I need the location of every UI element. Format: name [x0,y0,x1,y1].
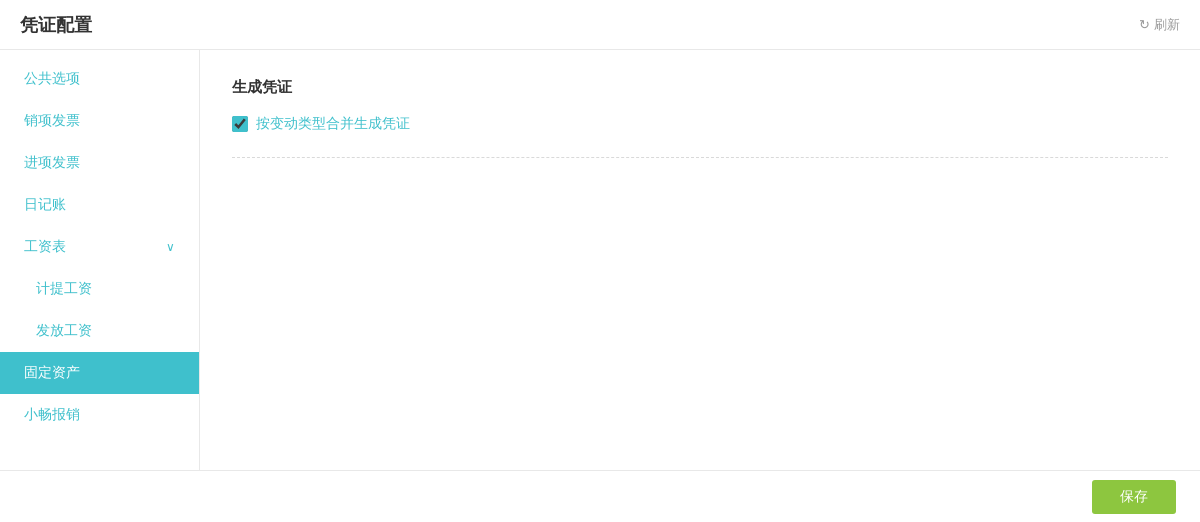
sidebar-item-journal[interactable]: 日记账 [0,184,199,226]
sidebar-item-purchase-invoice[interactable]: 进项发票 [0,142,199,184]
sidebar-item-payroll-table[interactable]: 工资表 ∨ [0,226,199,268]
refresh-icon: ↻ [1139,17,1150,32]
sidebar-item-sales-invoice[interactable]: 销项发票 [0,100,199,142]
page-footer: 保存 [0,470,1200,522]
sidebar-item-label: 进项发票 [24,154,80,172]
section-title: 生成凭证 [232,78,1168,97]
sidebar-item-payroll-advance[interactable]: 计提工资 [0,268,199,310]
sidebar-item-label: 销项发票 [24,112,80,130]
refresh-button[interactable]: ↻ 刷新 [1139,16,1180,34]
merge-checkbox[interactable] [232,116,248,132]
page-header: 凭证配置 ↻ 刷新 [0,0,1200,50]
sidebar-item-label: 发放工资 [36,322,92,340]
sidebar-item-fixed-assets[interactable]: 固定资产 [0,352,199,394]
content-area: 生成凭证 按变动类型合并生成凭证 [200,50,1200,470]
section-divider [232,157,1168,158]
sidebar-item-expense-report[interactable]: 小畅报销 [0,394,199,436]
page-title: 凭证配置 [20,13,92,37]
refresh-label: 刷新 [1154,16,1180,34]
sidebar-item-label: 计提工资 [36,280,92,298]
sidebar-item-label: 工资表 [24,238,66,256]
save-button[interactable]: 保存 [1092,480,1176,514]
sidebar-item-label: 公共选项 [24,70,80,88]
chevron-down-icon: ∨ [166,240,175,254]
sidebar-item-payroll-pay[interactable]: 发放工资 [0,310,199,352]
merge-checkbox-label[interactable]: 按变动类型合并生成凭证 [256,115,410,133]
sidebar-item-label: 日记账 [24,196,66,214]
sidebar: 公共选项销项发票进项发票日记账工资表 ∨ 计提工资发放工资固定资产小畅报销 [0,50,200,470]
checkbox-row: 按变动类型合并生成凭证 [232,115,1168,133]
sidebar-item-label: 小畅报销 [24,406,80,424]
sidebar-item-public-options[interactable]: 公共选项 [0,58,199,100]
sidebar-item-label: 固定资产 [24,364,80,382]
main-layout: 公共选项销项发票进项发票日记账工资表 ∨ 计提工资发放工资固定资产小畅报销 生成凭证… [0,50,1200,470]
